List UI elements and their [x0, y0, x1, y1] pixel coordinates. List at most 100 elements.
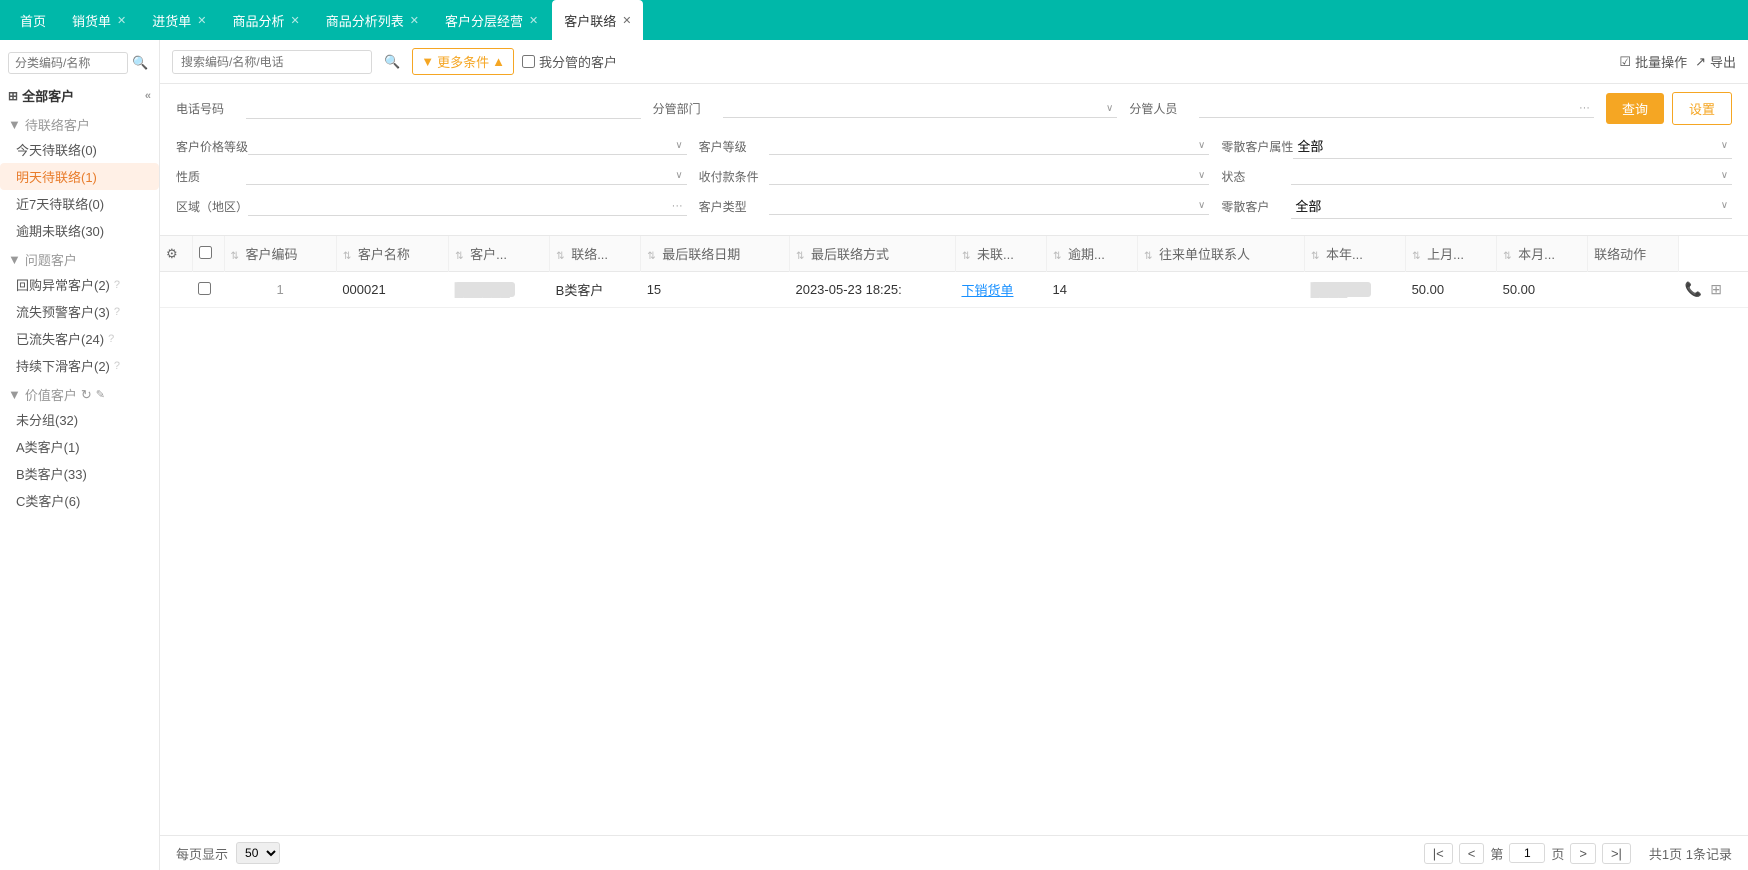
help-icon-2[interactable]: ?: [108, 333, 114, 345]
nav-product-analysis[interactable]: 商品分析 ✕: [220, 0, 311, 40]
pending-arrow-icon: ▼: [8, 117, 21, 132]
next-page-button[interactable]: >: [1570, 843, 1596, 864]
sidebar-item-class-b[interactable]: B类客户(33): [0, 460, 159, 487]
export-button[interactable]: ↗ 导出: [1695, 52, 1736, 71]
sort-icon-last-contact-date[interactable]: ⇅: [647, 251, 655, 262]
export-label: 导出: [1710, 52, 1736, 71]
my-customers-checkbox[interactable]: [522, 55, 535, 68]
more-conditions-button[interactable]: ▼ 更多条件 ▲: [412, 48, 514, 75]
query-button[interactable]: 查询: [1606, 93, 1664, 124]
nav-home[interactable]: 首页: [8, 0, 58, 40]
nav-customer-contact-close[interactable]: ✕: [622, 14, 631, 27]
sidebar-search-container: 🔍: [0, 48, 159, 78]
phone-action-icon[interactable]: 📞: [1685, 281, 1702, 298]
sidebar-item-today-contact[interactable]: 今天待联络(0): [0, 136, 159, 163]
sidebar-item-class-c[interactable]: C类客户(6): [0, 487, 159, 514]
phone-input[interactable]: [246, 98, 641, 119]
sidebar-search-icon[interactable]: 🔍: [132, 55, 148, 71]
row-uncontacted-cell: 14: [1046, 272, 1137, 308]
sort-icon-this-year[interactable]: ⇅: [1311, 251, 1319, 262]
table-row: 1 000021 ██████ B类客户 15 2023-05-23 18:25…: [160, 272, 1748, 308]
row-this-month-cell: [1588, 272, 1679, 308]
cust-level-select[interactable]: ∨: [769, 137, 1210, 155]
nav-product-analysis-list-close[interactable]: ✕: [410, 14, 419, 27]
nav-customer-segmentation-close[interactable]: ✕: [529, 14, 538, 27]
cust-type-select[interactable]: ∨: [769, 197, 1210, 215]
sidebar-item-7day-contact[interactable]: 近7天待联络(0): [0, 190, 159, 217]
nav-customer-segmentation[interactable]: 客户分层经营 ✕: [433, 0, 550, 40]
per-page-select[interactable]: 50: [236, 842, 280, 864]
status-select[interactable]: ∨: [1291, 167, 1732, 185]
sort-icon-this-month[interactable]: ⇅: [1503, 251, 1511, 262]
cust-price-level-select[interactable]: ∨: [248, 137, 687, 155]
sidebar-item-repurchase-abnormal[interactable]: 回购异常客户(2) ?: [0, 271, 159, 298]
sort-icon-level[interactable]: ⇅: [455, 251, 463, 262]
collapse-icon[interactable]: «: [145, 90, 151, 102]
sort-icon-name[interactable]: ⇅: [343, 251, 351, 262]
sidebar-item-lost-customers[interactable]: 已流失客户(24) ?: [0, 325, 159, 352]
value-group-edit-icon[interactable]: ✎: [96, 388, 105, 401]
row-last-contact-method-cell[interactable]: 下销货单: [955, 272, 1046, 308]
help-icon-0[interactable]: ?: [114, 279, 120, 291]
retail-cust-label: 零散客户: [1221, 198, 1291, 215]
page-number-input[interactable]: [1509, 843, 1545, 863]
last-contact-method-link[interactable]: 下销货单: [961, 283, 1013, 298]
sort-icon-uncontacted[interactable]: ⇅: [962, 251, 970, 262]
retail-attr-field: 零散客户属性 全部 ∨: [1221, 133, 1732, 159]
dept-select[interactable]: ∨: [723, 100, 1118, 118]
col-settings[interactable]: ⚙: [160, 236, 192, 272]
sort-icon-contact-count[interactable]: ⇅: [556, 251, 564, 262]
retail-attr-select[interactable]: 全部 ∨: [1293, 133, 1732, 159]
settings-button[interactable]: 设置: [1672, 92, 1732, 125]
prev-page-button[interactable]: <: [1459, 843, 1485, 864]
nav-purchase-order-close[interactable]: ✕: [197, 14, 206, 27]
sort-icon-code[interactable]: ⇅: [231, 251, 239, 262]
col-action: 联络动作: [1588, 236, 1679, 272]
filter-icon: ▼: [421, 54, 434, 69]
row-checkbox[interactable]: [198, 282, 211, 295]
sidebar-item-declining-customers[interactable]: 持续下滑客户(2) ?: [0, 352, 159, 379]
col-contact-count: ⇅ 联络...: [550, 236, 641, 272]
sort-icon-overdue[interactable]: ⇅: [1053, 251, 1061, 262]
search-button[interactable]: 🔍: [380, 50, 404, 74]
sidebar-item-overdue-contact[interactable]: 逾期未联络(30): [0, 217, 159, 244]
row-code-cell: 000021: [336, 272, 448, 308]
help-icon-1[interactable]: ?: [114, 306, 120, 318]
sort-icon-last-contact-method[interactable]: ⇅: [796, 251, 804, 262]
first-page-button[interactable]: |<: [1424, 843, 1453, 864]
filter-row-1: 电话号码 分管部门 ∨ 分管人员 ··· 查询 设置: [176, 92, 1732, 125]
nav-sales-order-close[interactable]: ✕: [117, 14, 126, 27]
sort-icon-contact-person[interactable]: ⇅: [1144, 251, 1152, 262]
nav-product-analysis-list[interactable]: 商品分析列表 ✕: [314, 0, 431, 40]
grid-action-icon[interactable]: ⊞: [1710, 281, 1722, 298]
payment-field: 收付款条件 ∨: [699, 167, 1210, 185]
retail-cust-select[interactable]: 全部 ∨: [1291, 193, 1732, 219]
nature-select[interactable]: ∨: [246, 167, 687, 185]
region-label: 区域（地区）: [176, 198, 248, 215]
last-page-button[interactable]: >|: [1602, 843, 1631, 864]
sidebar-item-churn-warning[interactable]: 流失预警客户(3) ?: [0, 298, 159, 325]
nav-sales-order[interactable]: 销货单 ✕: [60, 0, 138, 40]
sidebar-item-ungrouped[interactable]: 未分组(32): [0, 406, 159, 433]
nav-product-analysis-close[interactable]: ✕: [291, 14, 300, 27]
sort-icon-last-month[interactable]: ⇅: [1412, 251, 1420, 262]
help-icon-3[interactable]: ?: [114, 360, 120, 372]
batch-operation-button[interactable]: ☑ 批量操作: [1619, 52, 1687, 71]
region-field: 区域（地区） ···: [176, 197, 687, 216]
customers-table: ⚙ ⇅ 客户编码 ⇅ 客户名称 ⇅ 客户...: [160, 236, 1748, 308]
row-checkbox-cell[interactable]: [192, 272, 224, 308]
col-checkbox[interactable]: [192, 236, 224, 272]
sidebar-all-customers[interactable]: ⊞ 全部客户 «: [0, 82, 159, 109]
sidebar-search-input[interactable]: [8, 52, 128, 74]
nav-purchase-order[interactable]: 进货单 ✕: [140, 0, 218, 40]
search-input[interactable]: [172, 50, 372, 74]
sidebar-item-tomorrow-contact[interactable]: 明天待联络(1): [0, 163, 159, 190]
person-select[interactable]: ···: [1199, 99, 1594, 118]
region-select[interactable]: ···: [248, 197, 687, 216]
payment-select[interactable]: ∨: [769, 167, 1210, 185]
select-all-checkbox[interactable]: [199, 246, 212, 259]
my-customers-checkbox-label[interactable]: 我分管的客户: [522, 52, 617, 71]
sidebar-item-class-a[interactable]: A类客户(1): [0, 433, 159, 460]
nav-customer-contact[interactable]: 客户联络 ✕: [552, 0, 643, 40]
value-group-refresh-icon[interactable]: ↻: [81, 387, 92, 403]
